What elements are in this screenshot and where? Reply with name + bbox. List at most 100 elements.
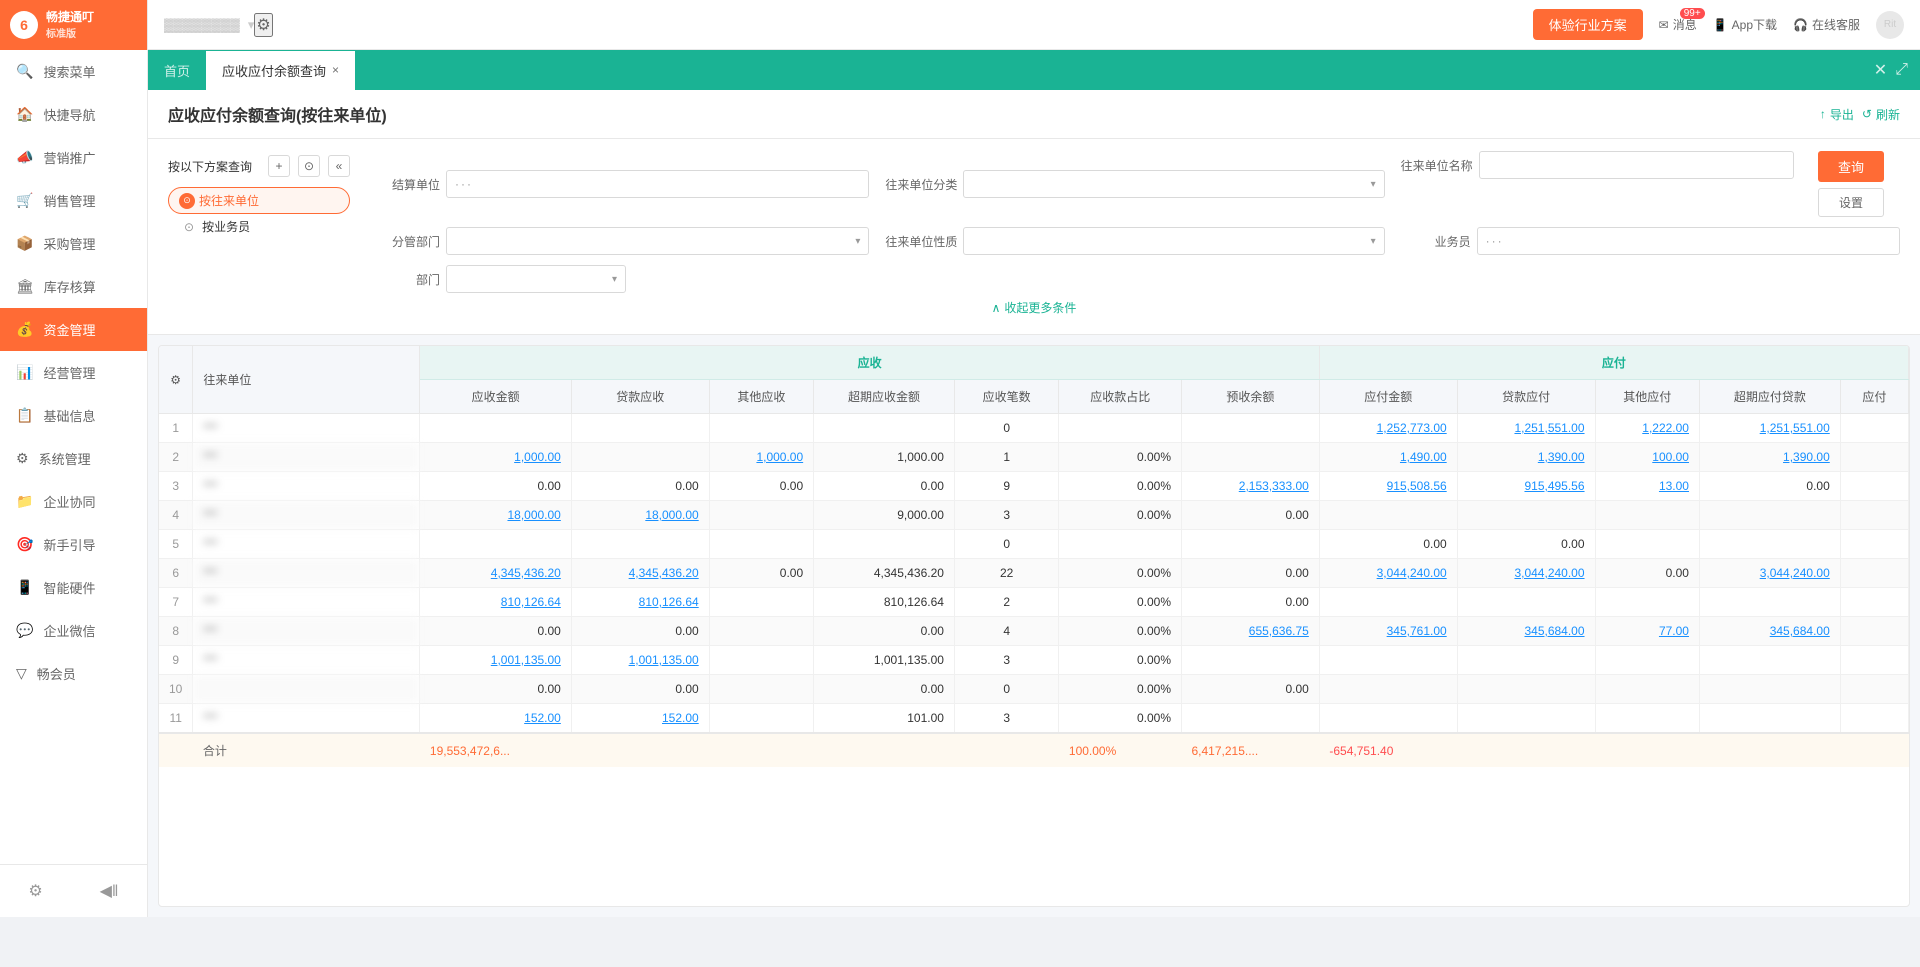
- sidebar-item-operations[interactable]: 📊 经营管理: [0, 351, 147, 394]
- refresh-button[interactable]: ↺ 刷新: [1862, 106, 1900, 123]
- filter-collapse-left-btn[interactable]: «: [328, 155, 350, 177]
- row-loan-ar[interactable]: 152.00: [571, 704, 709, 734]
- row-prepay[interactable]: 0.00: [1182, 501, 1320, 530]
- row-other-ar[interactable]: 0.00: [709, 472, 813, 501]
- row-loan-ap[interactable]: 3,044,240.00: [1457, 559, 1595, 588]
- row-ar-amt[interactable]: 152.00: [420, 704, 571, 734]
- row-other-ar[interactable]: 1,000.00: [709, 443, 813, 472]
- sidebar-item-finance[interactable]: 💰 资金管理: [0, 308, 147, 351]
- sidebar-item-sales[interactable]: 🛒 销售管理: [0, 179, 147, 222]
- tab-ar-query[interactable]: 应收应付余额查询 ×: [206, 51, 355, 90]
- salesman-input[interactable]: ···: [1477, 227, 1900, 255]
- row-loan-ar[interactable]: 1,001,135.00: [571, 646, 709, 675]
- collapse-more-btn[interactable]: ∧ 收起更多条件: [168, 293, 1900, 322]
- row-loan-ar[interactable]: 0.00: [571, 472, 709, 501]
- row-prepay[interactable]: 655,636.75: [1182, 617, 1320, 646]
- row-overdue-ap[interactable]: 3,044,240.00: [1699, 559, 1840, 588]
- col-group-ar: 应收: [420, 346, 1319, 380]
- query-button[interactable]: 查询: [1818, 151, 1884, 182]
- sidebar-item-purchase[interactable]: 📦 采购管理: [0, 222, 147, 265]
- sidebar-item-member[interactable]: ▽ 畅会员: [0, 652, 147, 695]
- row-ap-amt[interactable]: 1,252,773.00: [1319, 414, 1457, 443]
- row-prepay[interactable]: 0.00: [1182, 588, 1320, 617]
- unit-name-input[interactable]: [1479, 151, 1794, 179]
- sidebar-settings-btn[interactable]: ⚙: [20, 873, 50, 909]
- tab-home[interactable]: 首页: [148, 51, 206, 90]
- filter-settings-btn[interactable]: ⊙: [298, 155, 320, 177]
- filter-by-unit[interactable]: ⊙ 按往来单位: [168, 187, 350, 214]
- sidebar-item-system[interactable]: ⚙ 系统管理: [0, 437, 147, 480]
- row-overdue-ap[interactable]: 1,390.00: [1699, 443, 1840, 472]
- col-loan-ar: 贷款应收: [571, 380, 709, 414]
- sidebar-item-basic-info[interactable]: 📋 基础信息: [0, 394, 147, 437]
- tab-close-icon[interactable]: ×: [332, 63, 339, 77]
- row-ar-amt[interactable]: 0.00: [420, 472, 571, 501]
- row-ap-amt[interactable]: 915,508.56: [1319, 472, 1457, 501]
- row-other-ap[interactable]: 100.00: [1595, 443, 1699, 472]
- row-overdue-ap[interactable]: 0.00: [1699, 472, 1840, 501]
- message-button[interactable]: ✉ 消息 99+: [1659, 16, 1697, 33]
- tab-close-all-icon[interactable]: ✕: [1874, 60, 1887, 80]
- dept-input[interactable]: ▾: [446, 227, 869, 255]
- filter-add-btn[interactable]: +: [268, 155, 290, 177]
- row-ap-amt[interactable]: 3,044,240.00: [1319, 559, 1457, 588]
- row-overdue-ap[interactable]: 1,251,551.00: [1699, 414, 1840, 443]
- row-loan-ar[interactable]: 810,126.64: [571, 588, 709, 617]
- user-avatar[interactable]: Rit: [1876, 11, 1904, 39]
- system-icon: ⚙: [16, 450, 29, 467]
- tab-expand-icon[interactable]: ⤢: [1895, 61, 1908, 79]
- setting-button[interactable]: 设置: [1818, 188, 1884, 217]
- row-loan-ap[interactable]: 915,495.56: [1457, 472, 1595, 501]
- sidebar-item-nav[interactable]: 🏠 快捷导航: [0, 93, 147, 136]
- unit-nature-input[interactable]: ▾: [963, 227, 1384, 255]
- row-loan-ar[interactable]: 0.00: [571, 675, 709, 704]
- row-ap-amt[interactable]: 1,490.00: [1319, 443, 1457, 472]
- sidebar-item-inventory[interactable]: 🏛 库存核算: [0, 265, 147, 308]
- export-button[interactable]: ↑ 导出: [1820, 106, 1854, 123]
- row-ar-amt[interactable]: 1,001,135.00: [420, 646, 571, 675]
- app-download-button[interactable]: 📱 App下载: [1713, 16, 1777, 33]
- row-ar-amt[interactable]: 18,000.00: [420, 501, 571, 530]
- row-prepay[interactable]: 0.00: [1182, 559, 1320, 588]
- row-other-ap[interactable]: 77.00: [1595, 617, 1699, 646]
- row-loan-ap[interactable]: 345,684.00: [1457, 617, 1595, 646]
- row-prepay[interactable]: 0.00: [1182, 675, 1320, 704]
- row-loan-ar[interactable]: 0.00: [571, 617, 709, 646]
- row-ar-amt[interactable]: 4,345,436.20: [420, 559, 571, 588]
- row-ar-amt[interactable]: 810,126.64: [420, 588, 571, 617]
- row-ap-amt[interactable]: 0.00: [1319, 530, 1457, 559]
- row-prepay[interactable]: 2,153,333.00: [1182, 472, 1320, 501]
- row-other-ar[interactable]: 0.00: [709, 559, 813, 588]
- row-loan-ar[interactable]: 4,345,436.20: [571, 559, 709, 588]
- online-service-button[interactable]: 🎧 在线客服: [1793, 16, 1860, 33]
- row-loan-ar[interactable]: 18,000.00: [571, 501, 709, 530]
- unit-category-input[interactable]: ▾: [963, 170, 1384, 198]
- row-ap-amt[interactable]: 345,761.00: [1319, 617, 1457, 646]
- solution-button[interactable]: 体验行业方案: [1533, 9, 1643, 40]
- row-loan-ap[interactable]: 1,390.00: [1457, 443, 1595, 472]
- row-ar-amt[interactable]: 0.00: [420, 617, 571, 646]
- filter-by-salesman[interactable]: ⊙ 按业务员: [168, 214, 350, 239]
- row-loan-ap[interactable]: 0.00: [1457, 530, 1595, 559]
- row-other-ap[interactable]: 13.00: [1595, 472, 1699, 501]
- settlement-input[interactable]: ···: [446, 170, 869, 198]
- row-loan-ap[interactable]: 1,251,551.00: [1457, 414, 1595, 443]
- table-wrapper[interactable]: ⚙ 往来单位 应收 应付 应收金额 贷款应收 其他应收 超期应收金额 应收笔数 …: [159, 346, 1909, 906]
- sidebar-item-wechat[interactable]: 💬 企业微信: [0, 609, 147, 652]
- row-other-ap[interactable]: 0.00: [1595, 559, 1699, 588]
- row-overdue-ap[interactable]: 345,684.00: [1699, 617, 1840, 646]
- col-settings[interactable]: ⚙: [159, 346, 193, 414]
- row-ar-amt[interactable]: 1,000.00: [420, 443, 571, 472]
- footer-ar-amt[interactable]: 19,553,472,6...: [420, 733, 571, 767]
- sidebar-item-search[interactable]: 🔍 搜索菜单: [0, 50, 147, 93]
- sidebar-item-marketing[interactable]: 📣 营销推广: [0, 136, 147, 179]
- department-input[interactable]: ▾: [446, 265, 626, 293]
- row-overdue-ar: 1,000.00: [814, 443, 955, 472]
- sidebar-item-guide[interactable]: 🎯 新手引导: [0, 523, 147, 566]
- row-ar-amt[interactable]: 0.00: [420, 675, 571, 704]
- gear-button[interactable]: ⚙: [254, 13, 272, 37]
- sidebar-item-hardware[interactable]: 📱 智能硬件: [0, 566, 147, 609]
- sidebar-item-enterprise[interactable]: 📁 企业协同: [0, 480, 147, 523]
- sidebar-collapse-btn[interactable]: ◀‖: [92, 873, 127, 909]
- row-other-ap[interactable]: 1,222.00: [1595, 414, 1699, 443]
